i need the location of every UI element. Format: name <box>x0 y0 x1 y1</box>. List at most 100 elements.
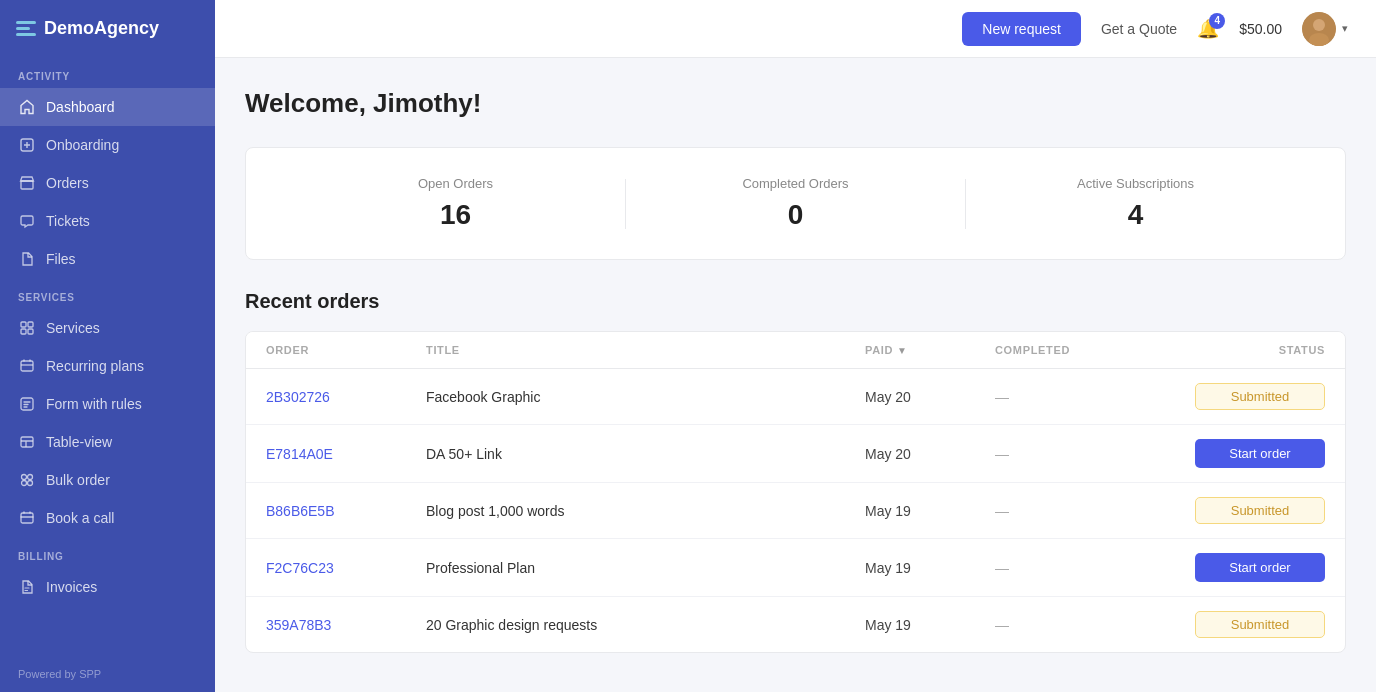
order-link[interactable]: F2C76C23 <box>266 560 334 576</box>
svg-point-11 <box>22 481 27 486</box>
bulk-order-icon <box>18 471 36 489</box>
svg-point-10 <box>28 475 33 480</box>
sidebar-item-book-a-call[interactable]: Book a call <box>0 499 215 537</box>
col-header-title: TITLE <box>426 344 865 356</box>
sidebar-item-recurring-plans[interactable]: Recurring plans <box>0 347 215 385</box>
sidebar-label-services: Services <box>46 320 100 336</box>
powered-by: Powered by SPP <box>0 656 215 692</box>
sidebar-label-table-view: Table-view <box>46 434 112 450</box>
welcome-heading: Welcome, Jimothy! <box>245 88 1346 119</box>
svg-rect-5 <box>28 329 33 334</box>
sidebar-item-onboarding[interactable]: Onboarding <box>0 126 215 164</box>
sidebar-item-files[interactable]: Files <box>0 240 215 278</box>
header: New request Get a Quote 🔔 4 $50.00 ▾ <box>215 0 1376 58</box>
col-header-order: ORDER <box>266 344 426 356</box>
stat-open-orders: Open Orders 16 <box>286 176 625 231</box>
order-status: Submitted <box>1125 611 1325 638</box>
sidebar: DemoAgency ACTIVITY Dashboard Onboarding… <box>0 0 215 692</box>
order-completed: — <box>995 446 1125 462</box>
logo-icon <box>16 21 36 36</box>
order-link[interactable]: B86B6E5B <box>266 503 335 519</box>
orders-table: ORDER TITLE PAID ▼ COMPLETED STATUS 2B30… <box>245 331 1346 653</box>
open-orders-label: Open Orders <box>286 176 625 191</box>
order-paid: May 19 <box>865 617 995 633</box>
order-paid: May 19 <box>865 503 995 519</box>
sidebar-item-bulk-order[interactable]: Bulk order <box>0 461 215 499</box>
active-subscriptions-value: 4 <box>966 199 1305 231</box>
svg-rect-13 <box>21 513 33 523</box>
active-subscriptions-label: Active Subscriptions <box>966 176 1305 191</box>
order-completed: — <box>995 389 1125 405</box>
order-status: Start order <box>1125 553 1325 582</box>
section-label-billing: BILLING <box>0 537 215 568</box>
svg-rect-8 <box>21 437 33 447</box>
svg-rect-1 <box>21 181 33 189</box>
table-header: ORDER TITLE PAID ▼ COMPLETED STATUS <box>246 332 1345 369</box>
order-title: Blog post 1,000 words <box>426 503 865 519</box>
order-title: Professional Plan <box>426 560 865 576</box>
stat-completed-orders: Completed Orders 0 <box>626 176 965 231</box>
svg-rect-2 <box>21 322 26 327</box>
sort-arrow-icon[interactable]: ▼ <box>897 345 908 356</box>
status-badge-submitted: Submitted <box>1195 383 1325 410</box>
start-order-button[interactable]: Start order <box>1195 553 1325 582</box>
avatar[interactable] <box>1302 12 1336 46</box>
onboarding-icon <box>18 136 36 154</box>
sidebar-label-book-a-call: Book a call <box>46 510 114 526</box>
order-link[interactable]: E7814A0E <box>266 446 333 462</box>
sidebar-item-tickets[interactable]: Tickets <box>0 202 215 240</box>
sidebar-label-bulk-order: Bulk order <box>46 472 110 488</box>
table-row: 359A78B3 20 Graphic design requests May … <box>246 597 1345 652</box>
svg-point-9 <box>22 475 27 480</box>
section-label-activity: ACTIVITY <box>0 57 215 88</box>
sidebar-label-form-with-rules: Form with rules <box>46 396 142 412</box>
table-row: 2B302726 Facebook Graphic May 20 — Submi… <box>246 369 1345 425</box>
call-icon <box>18 509 36 527</box>
sidebar-label-invoices: Invoices <box>46 579 97 595</box>
invoices-icon <box>18 578 36 596</box>
sidebar-item-dashboard[interactable]: Dashboard <box>0 88 215 126</box>
sidebar-item-invoices[interactable]: Invoices <box>0 568 215 606</box>
table-icon <box>18 433 36 451</box>
completed-orders-label: Completed Orders <box>626 176 965 191</box>
main-area: New request Get a Quote 🔔 4 $50.00 ▾ Wel… <box>215 0 1376 692</box>
sidebar-item-form-with-rules[interactable]: Form with rules <box>0 385 215 423</box>
table-row: E7814A0E DA 50+ Link May 20 — Start orde… <box>246 425 1345 483</box>
get-quote-link[interactable]: Get a Quote <box>1101 21 1177 37</box>
open-orders-value: 16 <box>286 199 625 231</box>
order-paid: May 20 <box>865 389 995 405</box>
order-title: 20 Graphic design requests <box>426 617 865 633</box>
services-icon <box>18 319 36 337</box>
order-paid: May 20 <box>865 446 995 462</box>
sidebar-label-tickets: Tickets <box>46 213 90 229</box>
svg-point-15 <box>1313 19 1325 31</box>
avatar-dropdown-caret[interactable]: ▾ <box>1342 22 1348 35</box>
tickets-icon <box>18 212 36 230</box>
sidebar-label-files: Files <box>46 251 76 267</box>
sidebar-item-orders[interactable]: Orders <box>0 164 215 202</box>
status-badge-submitted: Submitted <box>1195 611 1325 638</box>
col-header-completed: COMPLETED <box>995 344 1125 356</box>
files-icon <box>18 250 36 268</box>
order-link[interactable]: 2B302726 <box>266 389 330 405</box>
order-link[interactable]: 359A78B3 <box>266 617 331 633</box>
status-badge-submitted: Submitted <box>1195 497 1325 524</box>
new-request-button[interactable]: New request <box>962 12 1081 46</box>
notifications-bell[interactable]: 🔔 4 <box>1197 18 1219 40</box>
svg-rect-4 <box>21 329 26 334</box>
app-name: DemoAgency <box>44 18 159 39</box>
recurring-icon <box>18 357 36 375</box>
svg-point-12 <box>28 481 33 486</box>
order-paid: May 19 <box>865 560 995 576</box>
form-icon <box>18 395 36 413</box>
sidebar-item-table-view[interactable]: Table-view <box>0 423 215 461</box>
start-order-button[interactable]: Start order <box>1195 439 1325 468</box>
sidebar-item-services[interactable]: Services <box>0 309 215 347</box>
orders-icon <box>18 174 36 192</box>
svg-rect-3 <box>28 322 33 327</box>
svg-rect-6 <box>21 361 33 371</box>
col-header-paid: PAID ▼ <box>865 344 995 356</box>
table-row: F2C76C23 Professional Plan May 19 — Star… <box>246 539 1345 597</box>
stats-card: Open Orders 16 Completed Orders 0 Active… <box>245 147 1346 260</box>
order-title: DA 50+ Link <box>426 446 865 462</box>
